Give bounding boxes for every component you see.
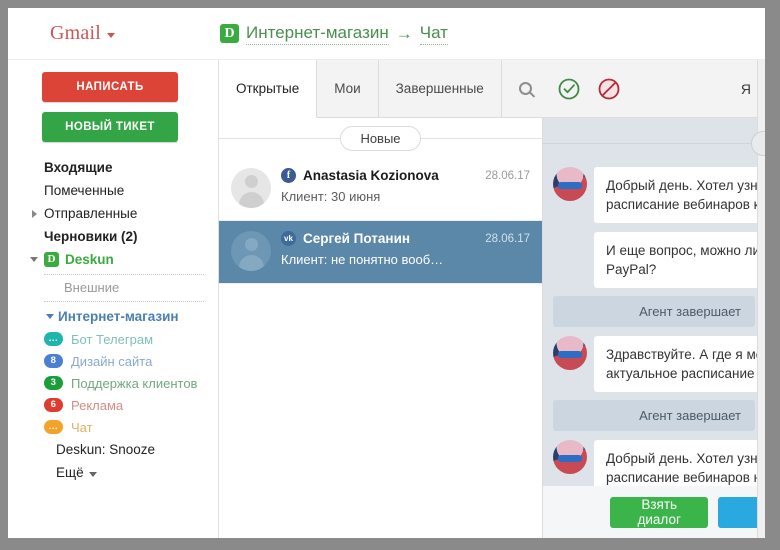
facebook-icon: f [281, 168, 296, 183]
chevron-down-icon [46, 314, 54, 319]
sidebar-item-label: Отправленные [44, 206, 138, 221]
channel-badge: 6 [44, 398, 63, 412]
sidebar-item-drafts[interactable]: Черновики (2) [8, 225, 218, 248]
conversation-name: Anastasia Kozionova [303, 168, 439, 183]
gmail-logo-button[interactable]: Gmail [8, 22, 115, 45]
deskun-logo-icon: D [44, 252, 59, 267]
sidebar-item-label: Черновики (2) [44, 229, 138, 244]
sidebar-group-external: Внешние [64, 280, 120, 295]
divider [44, 301, 204, 302]
main-body: НАПИСАТЬ НОВЫЙ ТИКЕТ Входящие Помеченные… [8, 60, 765, 538]
channel-badge: ... [44, 332, 63, 346]
channel-badge: 8 [44, 354, 63, 368]
tab-open[interactable]: Открытые [219, 60, 318, 118]
gmail-sidebar: НАПИСАТЬ НОВЫЙ ТИКЕТ Входящие Помеченные… [8, 60, 219, 538]
sidebar-item-label: Чат [71, 419, 93, 435]
chevron-down-icon [88, 472, 97, 477]
chevron-right-icon [32, 209, 37, 218]
chat-message: Добрый день. Хотел узна расписание вебин… [543, 167, 765, 223]
breadcrumb: D Интернет-магазин → Чат [220, 23, 448, 45]
chevron-down-icon [107, 33, 115, 38]
sidebar-item-telegram-bot[interactable]: ... Бот Телеграм [8, 328, 218, 350]
sidebar-item-label: Интернет-магазин [58, 309, 179, 324]
sidebar-item-chat[interactable]: ... Чат [8, 416, 218, 438]
sidebar-item-starred[interactable]: Помеченные [8, 179, 218, 202]
avatar [553, 167, 587, 201]
channel-badge: 3 [44, 376, 63, 390]
conversation-snippet: Клиент: не понятно вооб… [281, 252, 444, 267]
breadcrumb-arrow-icon: → [395, 23, 413, 43]
conversation-item[interactable]: vk Сергей Потанин 28.06.17 Клиент: не по… [219, 221, 542, 284]
chat-agent-label: Я [740, 80, 751, 97]
date-separator: 28 июня 2 [543, 128, 765, 158]
sidebar-item-label: Поддержка клиентов [71, 375, 198, 391]
take-dialog-button[interactable]: Взять диалог [610, 496, 709, 528]
conversation-name: Сергей Потанин [303, 231, 411, 246]
conversation-date: 28.06.17 [485, 232, 530, 245]
chat-message: И еще вопрос, можно ли PayPal? [543, 232, 765, 288]
sidebar-item-snooze[interactable]: Deskun: Snooze [8, 438, 218, 461]
date-separator-label: 28 июня 2 [750, 130, 765, 156]
conversation-item[interactable]: f Anastasia Kozionova 28.06.17 Клиент: 3… [219, 158, 542, 221]
message-bubble: Здравствуйте. А где я мо актуальное расп… [594, 336, 765, 392]
search-button[interactable] [501, 60, 549, 117]
sidebar-item-customer-support[interactable]: 3 Поддержка клиентов [8, 372, 218, 394]
avatar [231, 168, 271, 208]
sidebar-item-deskun[interactable]: D Deskun [8, 248, 218, 271]
chevron-down-icon [30, 257, 38, 262]
avatar [231, 231, 271, 271]
chat-action-bar: Взять диалог [543, 486, 765, 538]
sidebar-item-label: Помеченные [44, 183, 125, 198]
conversation-body: f Anastasia Kozionova 28.06.17 Клиент: 3… [281, 168, 530, 208]
message-bubble: Добрый день. Хотел узна расписание вебин… [594, 167, 765, 223]
conversation-list-panel: Открытые Мои Завершенные Новые f Anastas… [219, 60, 549, 538]
message-bubble: И еще вопрос, можно ли PayPal? [594, 232, 765, 288]
chat-toolbar: Я [543, 60, 765, 118]
sidebar-item-site-design[interactable]: 8 Дизайн сайта [8, 350, 218, 372]
conversation-snippet: Клиент: 30 июня [281, 189, 381, 204]
conversation-header: f Anastasia Kozionova 28.06.17 [281, 168, 530, 183]
conversation-body: vk Сергей Потанин 28.06.17 Клиент: не по… [281, 231, 530, 271]
channel-badge: ... [44, 420, 63, 434]
sidebar-item-label: Deskun: Snooze [56, 442, 156, 457]
vk-icon: vk [281, 231, 296, 246]
gmail-top-bar: Gmail D Интернет-магазин → Чат [8, 8, 765, 60]
chat-messages-scroll[interactable]: 28 июня 2 Добрый день. Хотел узна распис… [543, 118, 765, 538]
avatar [553, 336, 587, 370]
tab-closed[interactable]: Завершенные [378, 60, 502, 117]
sidebar-item-label: Входящие [44, 160, 113, 175]
sidebar-item-label: Deskun [65, 252, 114, 267]
sidebar-item-inbox[interactable]: Входящие [8, 156, 218, 179]
breadcrumb-channel-link[interactable]: Чат [419, 23, 448, 45]
system-message: Агент завершает [553, 296, 755, 327]
chat-message: Здравствуйте. А где я мо актуальное расп… [543, 336, 765, 392]
app-window: Gmail D Интернет-магазин → Чат НАПИСАТЬ … [8, 8, 765, 538]
list-group-label: Новые [340, 125, 421, 151]
sidebar-item-label: Бот Телеграм [71, 331, 154, 347]
sidebar-item-project-shop[interactable]: Интернет-магазин [8, 305, 218, 328]
gmail-logo: Gmail [50, 22, 101, 44]
sidebar-item-label: Реклама [71, 397, 124, 413]
sidebar-item-label: Ещё [56, 465, 84, 480]
check-circle-icon[interactable] [557, 77, 581, 101]
list-tabs: Открытые Мои Завершенные [219, 60, 549, 118]
search-icon [518, 82, 532, 95]
sidebar-item-more[interactable]: Ещё [8, 461, 218, 484]
sidebar-item-advertising[interactable]: 6 Реклама [8, 394, 218, 416]
deskun-logo-icon: D [220, 24, 239, 43]
system-message: Агент завершает [553, 400, 755, 431]
tab-mine[interactable]: Мои [317, 60, 379, 117]
compose-button[interactable]: НАПИСАТЬ [42, 72, 178, 102]
breadcrumb-project-link[interactable]: Интернет-магазин [246, 23, 389, 45]
list-group-separator: Новые [219, 118, 542, 158]
divider [44, 274, 204, 275]
conversation-header: vk Сергей Потанин 28.06.17 [281, 231, 530, 246]
sidebar-item-sent[interactable]: Отправленные [8, 202, 218, 225]
chat-panel: Я 28 июня 2 Добрый день. Хотел узна расп… [543, 60, 765, 538]
sidebar-item-label: Дизайн сайта [71, 353, 153, 369]
new-ticket-button[interactable]: НОВЫЙ ТИКЕТ [42, 112, 178, 142]
avatar [553, 440, 587, 474]
conversation-date: 28.06.17 [485, 169, 530, 182]
block-icon[interactable] [597, 77, 621, 101]
